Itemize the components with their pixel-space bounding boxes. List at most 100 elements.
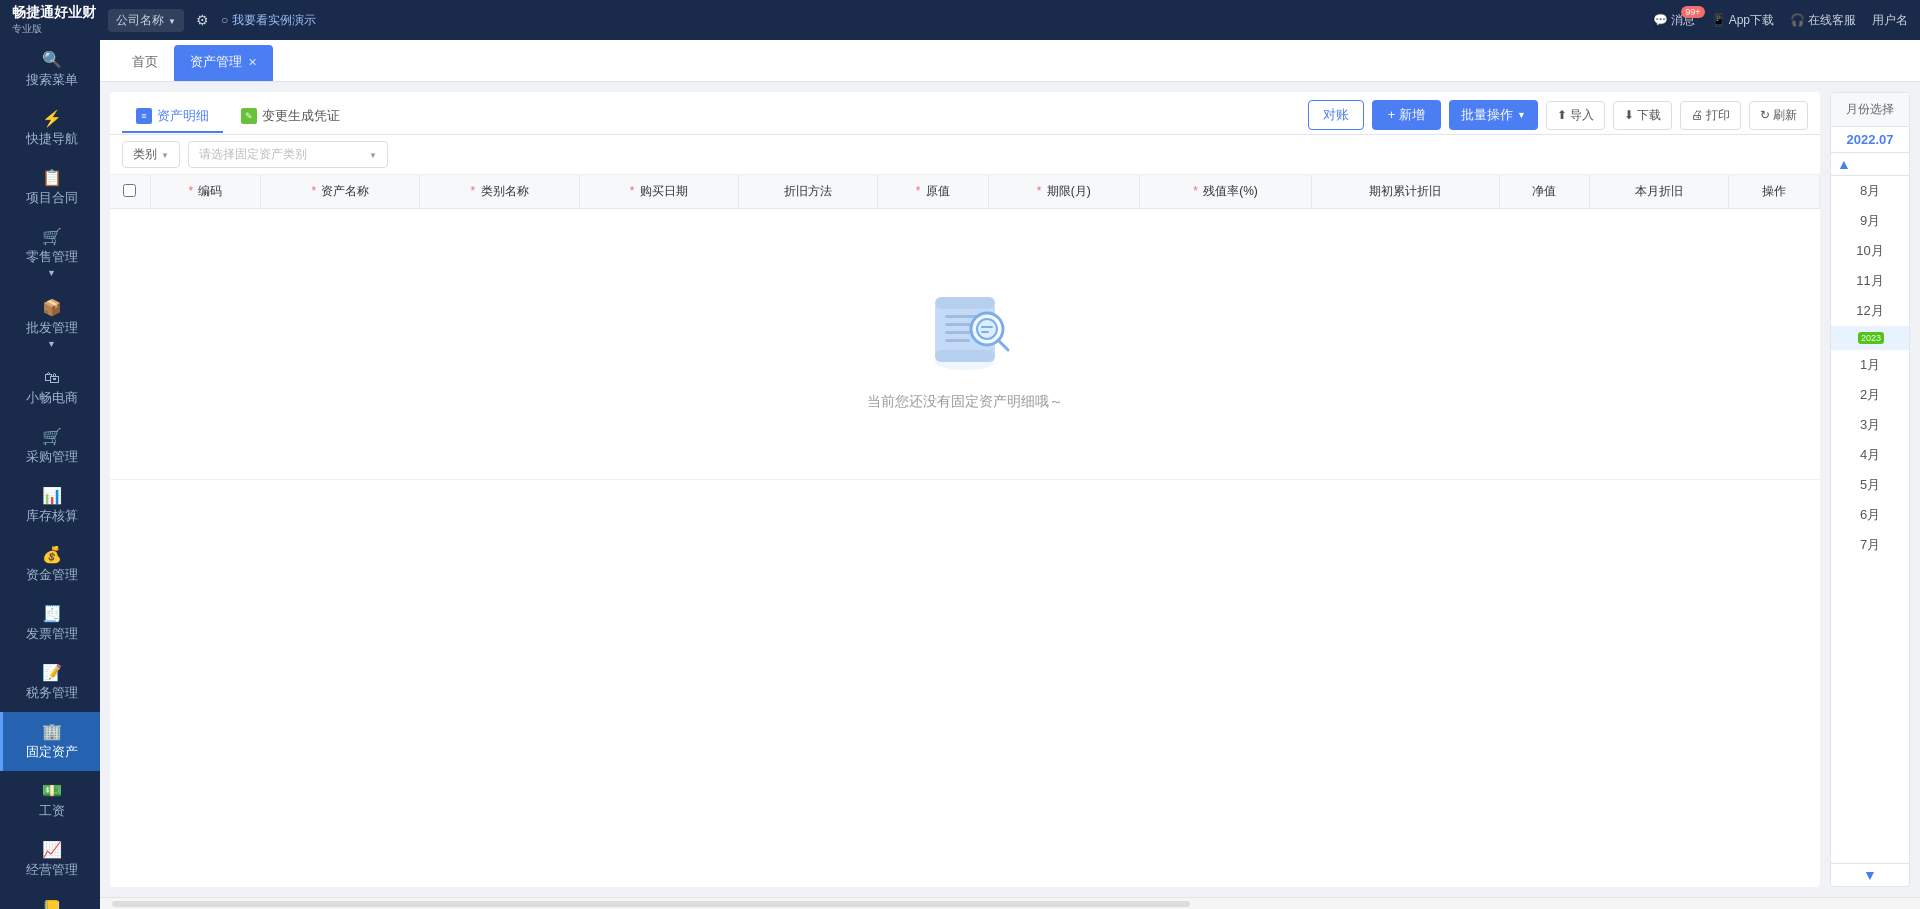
brand-sub: 专业版 bbox=[12, 22, 96, 36]
add-button[interactable]: + 新增 bbox=[1372, 100, 1441, 130]
print-label: 打印 bbox=[1706, 107, 1730, 124]
category-input-chevron-icon bbox=[369, 149, 377, 160]
sub-tabbar: ≡ 资产明细 ✎ 变更生成凭证 对账 + 新增 批量操作 ▼ bbox=[110, 92, 1820, 135]
asset-table: * 编码 * 资产名称 * 类别名称 bbox=[110, 175, 1820, 480]
quick-nav-icon: ⚡ bbox=[42, 109, 62, 128]
import-button[interactable]: ⬆ 导入 bbox=[1546, 101, 1605, 130]
horizontal-scrollbar[interactable] bbox=[112, 901, 1190, 907]
month-item-8[interactable]: 8月 bbox=[1831, 176, 1909, 206]
month-item-2[interactable]: 2月 bbox=[1831, 380, 1909, 410]
year-badge: 2023 bbox=[1858, 332, 1884, 344]
month-item-7[interactable]: 7月 bbox=[1831, 530, 1909, 560]
import-icon: ⬆ bbox=[1557, 108, 1567, 122]
app-download-button[interactable]: 📱 App下载 bbox=[1711, 12, 1774, 29]
download-button[interactable]: ⬇ 下载 bbox=[1613, 101, 1672, 130]
th-operation: 操作 bbox=[1729, 175, 1820, 209]
month-item-5[interactable]: 5月 bbox=[1831, 470, 1909, 500]
main-panel: ≡ 资产明细 ✎ 变更生成凭证 对账 + 新增 批量操作 ▼ bbox=[110, 92, 1820, 887]
sidebar-item-operations[interactable]: 📈 经营管理 bbox=[0, 830, 100, 889]
month-item-11[interactable]: 11月 bbox=[1831, 266, 1909, 296]
th-residual-rate: * 残值率(%) bbox=[1139, 175, 1312, 209]
download-label: 下载 bbox=[1637, 107, 1661, 124]
th-monthly-depreciation: 本月折旧 bbox=[1590, 175, 1729, 209]
month-item-10[interactable]: 10月 bbox=[1831, 236, 1909, 266]
sidebar-item-label: 搜索菜单 bbox=[26, 71, 78, 89]
month-item-1[interactable]: 1月 bbox=[1831, 350, 1909, 380]
svg-line-10 bbox=[998, 340, 1008, 350]
select-all-checkbox[interactable] bbox=[123, 184, 136, 197]
th-period: * 期限(月) bbox=[988, 175, 1139, 209]
operations-icon: 📈 bbox=[42, 840, 62, 859]
sidebar-item-quick-nav[interactable]: ⚡ 快捷导航 bbox=[0, 99, 100, 158]
month-item-4[interactable]: 4月 bbox=[1831, 440, 1909, 470]
refresh-button[interactable]: ↻ 刷新 bbox=[1749, 101, 1808, 130]
sub-tab-change-voucher[interactable]: ✎ 变更生成凭证 bbox=[227, 101, 354, 133]
month-prev-btn[interactable]: ▲ bbox=[1837, 156, 1851, 172]
sidebar-item-project[interactable]: 📋 项目合同 bbox=[0, 158, 100, 217]
sidebar-item-label: 快捷导航 bbox=[26, 130, 78, 148]
month-item-9[interactable]: 9月 bbox=[1831, 206, 1909, 236]
ledger-icon: 📒 bbox=[42, 899, 62, 909]
sidebar-item-search[interactable]: 🔍 搜索菜单 bbox=[0, 40, 100, 99]
tab-asset-management[interactable]: 资产管理 ✕ bbox=[174, 45, 273, 81]
tab-close-icon[interactable]: ✕ bbox=[248, 56, 257, 69]
th-checkbox bbox=[110, 175, 150, 209]
category-input[interactable]: 请选择固定资产类别 bbox=[188, 141, 388, 168]
sidebar-item-label: 小畅电商 bbox=[26, 389, 78, 407]
reconcile-button[interactable]: 对账 bbox=[1308, 100, 1364, 130]
sidebar-item-label: 经营管理 bbox=[26, 861, 78, 879]
company-name: 公司名称 bbox=[116, 12, 164, 29]
message-badge: 99+ bbox=[1681, 6, 1704, 18]
sub-tab-change-voucher-label: 变更生成凭证 bbox=[262, 107, 340, 125]
sidebar-item-label: 发票管理 bbox=[26, 625, 78, 643]
sidebar-item-fixed-assets[interactable]: 🏢 固定资产 bbox=[0, 712, 100, 771]
month-item-6[interactable]: 6月 bbox=[1831, 500, 1909, 530]
topbar-right: 💬 消息 99+ 📱 App下载 🎧 在线客服 用户名 bbox=[1653, 12, 1908, 29]
sidebar-item-ledger[interactable]: 📒 总账管理 bbox=[0, 889, 100, 909]
sidebar-item-label: 税务管理 bbox=[26, 684, 78, 702]
sidebar-item-salary[interactable]: 💵 工资 bbox=[0, 771, 100, 830]
month-selected[interactable]: 2022.07 bbox=[1831, 127, 1909, 153]
th-purchase-date: * 购买日期 bbox=[579, 175, 738, 209]
svg-point-9 bbox=[977, 319, 997, 339]
page-content: ≡ 资产明细 ✎ 变更生成凭证 对账 + 新增 批量操作 ▼ bbox=[100, 82, 1920, 897]
month-item-12[interactable]: 12月 bbox=[1831, 296, 1909, 326]
filter-bar: 类别 请选择固定资产类别 bbox=[110, 135, 1820, 175]
tab-home[interactable]: 首页 bbox=[116, 45, 174, 81]
company-selector[interactable]: 公司名称 bbox=[108, 9, 184, 32]
wholesale-icon: 📦 bbox=[42, 298, 62, 317]
online-service-button[interactable]: 🎧 在线客服 bbox=[1790, 12, 1856, 29]
sidebar-item-label: 采购管理 bbox=[26, 448, 78, 466]
month-list: 8月 9月 10月 11月 12月 2023 1月 2月 3月 4月 5月 6月… bbox=[1831, 176, 1909, 863]
tab-home-label: 首页 bbox=[132, 53, 158, 71]
service-label: 在线客服 bbox=[1808, 12, 1856, 29]
tabbar: 首页 资产管理 ✕ bbox=[100, 40, 1920, 82]
user-menu[interactable]: 用户名 bbox=[1872, 12, 1908, 29]
sidebar-item-ecommerce[interactable]: 🛍 小畅电商 bbox=[0, 359, 100, 417]
sidebar: 🔍 搜索菜单 ⚡ 快捷导航 📋 项目合同 🛒 零售管理 ▼ 📦 批发管理 ▼ 🛍… bbox=[0, 40, 100, 909]
sub-tab-asset-detail[interactable]: ≡ 资产明细 bbox=[122, 101, 223, 133]
sidebar-item-label: 库存核算 bbox=[26, 507, 78, 525]
sidebar-item-retail[interactable]: 🛒 零售管理 ▼ bbox=[0, 217, 100, 288]
sidebar-item-wholesale[interactable]: 📦 批发管理 ▼ bbox=[0, 288, 100, 359]
month-item-3[interactable]: 3月 bbox=[1831, 410, 1909, 440]
sidebar-item-purchase[interactable]: 🛒 采购管理 bbox=[0, 417, 100, 476]
invoice-icon: 🧾 bbox=[42, 604, 62, 623]
batch-chevron-icon: ▼ bbox=[1517, 110, 1526, 120]
month-next-btn[interactable]: ▼ bbox=[1863, 867, 1877, 883]
sidebar-item-label: 批发管理 bbox=[26, 319, 78, 337]
brand-name: 畅捷通好业财 bbox=[12, 4, 96, 22]
svg-rect-3 bbox=[935, 350, 995, 362]
print-button[interactable]: 🖨 打印 bbox=[1680, 101, 1741, 130]
main-layout: 🔍 搜索菜单 ⚡ 快捷导航 📋 项目合同 🛒 零售管理 ▼ 📦 批发管理 ▼ 🛍… bbox=[0, 40, 1920, 909]
message-button[interactable]: 💬 消息 99+ bbox=[1653, 12, 1695, 29]
sidebar-item-tax[interactable]: 📝 税务管理 bbox=[0, 653, 100, 712]
settings-icon[interactable]: ⚙ bbox=[196, 12, 209, 28]
batch-button[interactable]: 批量操作 ▼ bbox=[1449, 100, 1538, 130]
category-type-select[interactable]: 类别 bbox=[122, 141, 180, 168]
sidebar-item-invoice[interactable]: 🧾 发票管理 bbox=[0, 594, 100, 653]
table-area: * 编码 * 资产名称 * 类别名称 bbox=[110, 175, 1820, 887]
sidebar-item-finance[interactable]: 💰 资金管理 bbox=[0, 535, 100, 594]
demo-link[interactable]: ○ 我要看实例演示 bbox=[221, 12, 316, 29]
sidebar-item-inventory[interactable]: 📊 库存核算 bbox=[0, 476, 100, 535]
